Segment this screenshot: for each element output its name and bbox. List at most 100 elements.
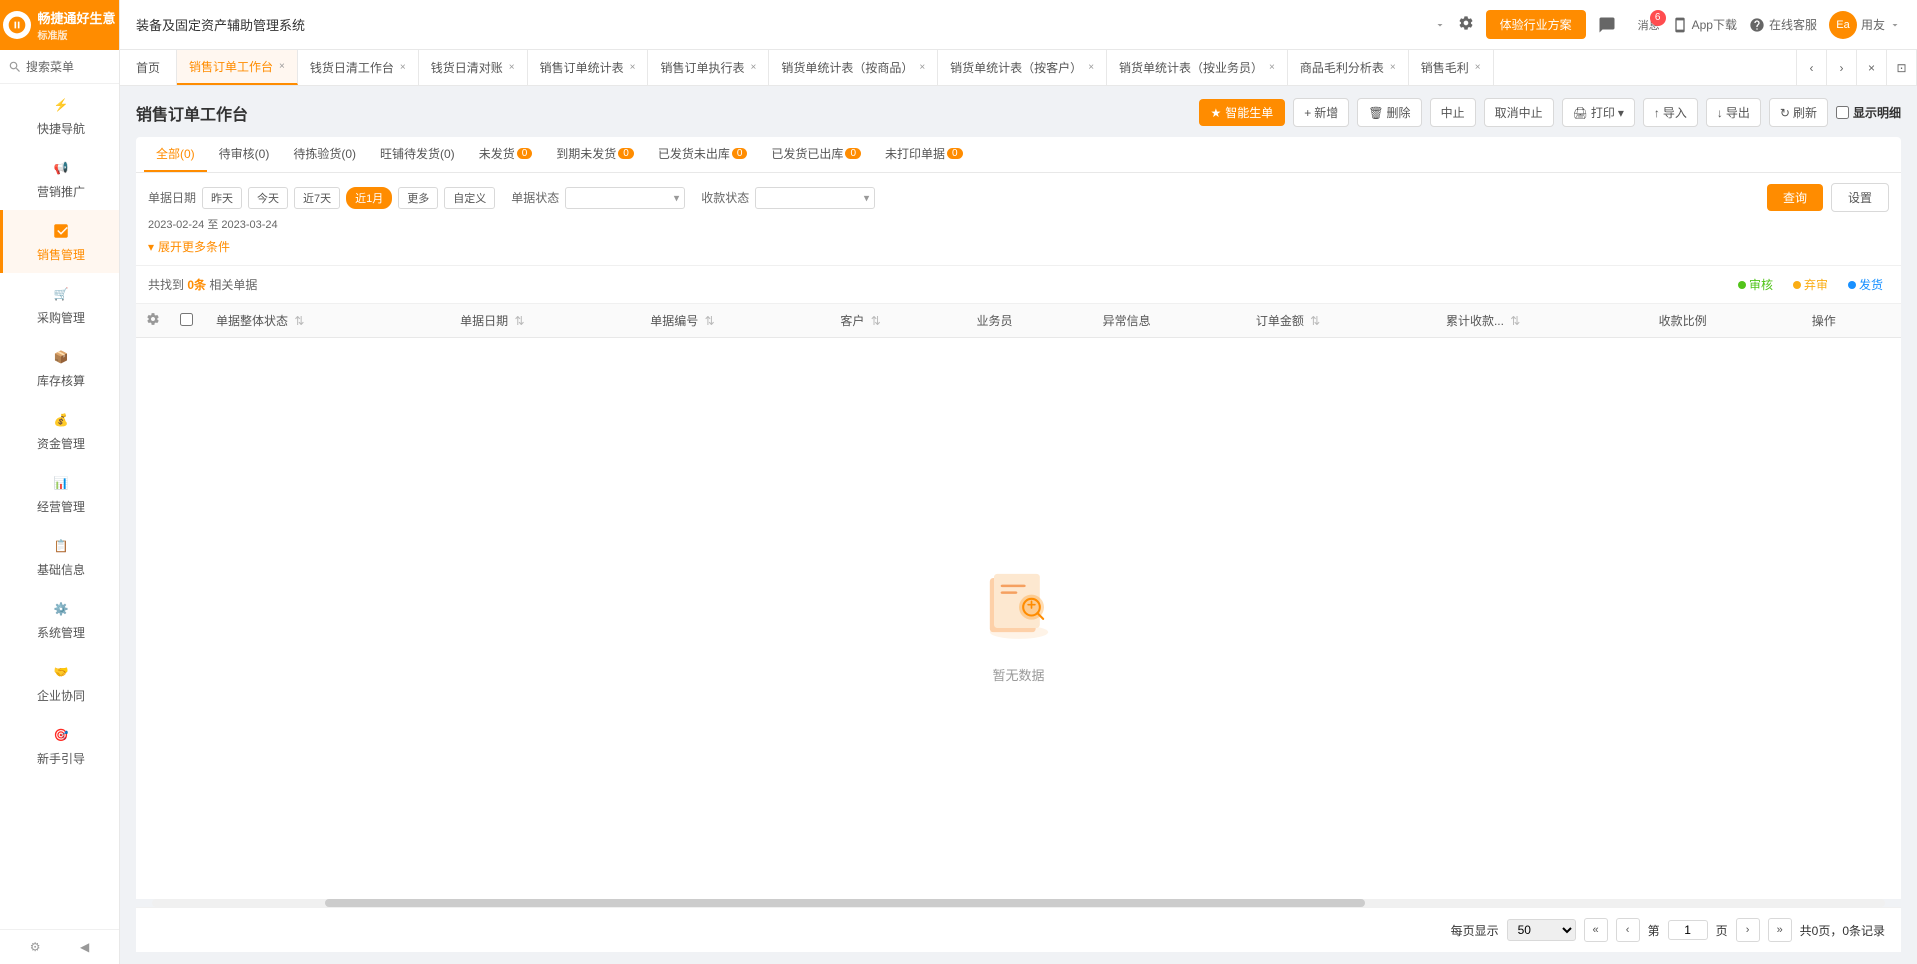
tab-scroll-left[interactable]: ‹	[1797, 50, 1827, 85]
sub-tab-unshipped[interactable]: 未发货 0	[467, 137, 545, 172]
message-icon-item[interactable]: 6 消息	[1598, 16, 1660, 34]
import-btn[interactable]: ↑ 导入	[1643, 98, 1698, 127]
tab-daily-clear[interactable]: 钱货日清工作台 ×	[298, 50, 419, 85]
sub-tab-unprinted[interactable]: 未打印单据 0	[873, 137, 975, 172]
sidebar-nav-item-enterprise[interactable]: 🤝 企业协同	[0, 651, 119, 714]
sub-tab-overdue[interactable]: 到期未发货 0	[544, 137, 646, 172]
detail-checkbox-input[interactable]	[1836, 106, 1849, 119]
last-page-btn[interactable]: »	[1768, 918, 1792, 942]
tab-home[interactable]: 首页	[120, 50, 177, 85]
app-download-item[interactable]: App下载	[1672, 16, 1737, 33]
sidebar-nav-item-sales[interactable]: 销售管理	[0, 210, 119, 273]
sub-tab-shipped-out[interactable]: 已发货已出库 0	[759, 137, 873, 172]
stop-btn[interactable]: 中止	[1430, 98, 1476, 127]
date-btn-1month[interactable]: 近1月	[346, 187, 392, 209]
date-btn-custom[interactable]: 自定义	[444, 187, 495, 209]
add-btn[interactable]: + 新增	[1293, 98, 1349, 127]
audit-btn[interactable]: 审核	[1732, 274, 1779, 295]
tab-close-6[interactable]: ×	[919, 62, 925, 73]
date-btn-more[interactable]: 更多	[398, 187, 438, 209]
print-btn[interactable]: 🖨 打印 ▾	[1562, 98, 1635, 127]
info-icon: 📋	[50, 535, 72, 557]
tab-sales-staff[interactable]: 销货单统计表（按业务员） ×	[1107, 50, 1288, 85]
filter-date-range-row: 2023-02-24 至 2023-03-24	[148, 216, 1889, 232]
tab-close-2[interactable]: ×	[400, 62, 406, 73]
tab-order-stats[interactable]: 销售订单统计表 ×	[528, 50, 649, 85]
tab-sales-product[interactable]: 销货单统计表（按商品） ×	[769, 50, 938, 85]
sidebar-nav-item-finance[interactable]: 💰 资金管理	[0, 399, 119, 462]
sidebar-nav-item-newbie[interactable]: 🎯 新手引导	[0, 714, 119, 777]
show-detail-checkbox[interactable]: 显示明细	[1836, 104, 1901, 121]
tab-sales-workbench[interactable]: 销售订单工作台 ×	[177, 50, 298, 85]
tab-close-all[interactable]: ×	[1857, 50, 1887, 85]
first-page-btn[interactable]: «	[1584, 918, 1608, 942]
status-select[interactable]	[565, 187, 685, 209]
settings-bottom-icon[interactable]: ⚙	[30, 940, 41, 954]
ship-btn[interactable]: 发货	[1842, 274, 1889, 295]
th-cumulative[interactable]: 累计收款... ⇅	[1436, 304, 1649, 338]
date-btn-today[interactable]: 今天	[248, 187, 288, 209]
table-scroll[interactable]: 单据整体状态 ⇅ 单据日期 ⇅ 单据编号 ⇅ 客户 ⇅ 业务员 异常信息 订单金…	[136, 304, 1901, 338]
setting-btn[interactable]: 设置	[1831, 183, 1889, 212]
un-audit-btn[interactable]: 弃审	[1787, 274, 1834, 295]
date-btn-yesterday[interactable]: 昨天	[202, 187, 242, 209]
tab-reconcile[interactable]: 钱货日清对账 ×	[419, 50, 528, 85]
sidebar-search[interactable]: 搜索菜单	[0, 50, 119, 84]
select-all-checkbox[interactable]	[180, 313, 193, 326]
online-service-item[interactable]: 在线客服	[1749, 16, 1817, 33]
tab-close-3[interactable]: ×	[509, 62, 515, 73]
tab-scroll-right[interactable]: ›	[1827, 50, 1857, 85]
sidebar-nav-item-purchase[interactable]: 🛒 采购管理	[0, 273, 119, 336]
sidebar-nav-item-operation[interactable]: 📊 经营管理	[0, 462, 119, 525]
sub-tab-pending-inspect[interactable]: 待拣验货(0)	[281, 137, 368, 172]
refresh-btn[interactable]: ↻ 刷新	[1769, 98, 1828, 127]
sidebar-nav-item-quick-nav[interactable]: ⚡ 快捷导航	[0, 84, 119, 147]
sub-tab-wangpu[interactable]: 旺铺待发货(0)	[368, 137, 467, 172]
query-btn[interactable]: 查询	[1767, 184, 1823, 211]
th-date[interactable]: 单据日期 ⇅	[450, 304, 640, 338]
prev-page-btn[interactable]: ‹	[1616, 918, 1640, 942]
tab-expand-icon[interactable]: ⊡	[1887, 50, 1917, 85]
next-page-btn[interactable]: ›	[1736, 918, 1760, 942]
experience-btn[interactable]: 体验行业方案	[1486, 10, 1586, 39]
settings-gear-icon[interactable]	[1458, 15, 1474, 34]
export-btn[interactable]: ↓ 导出	[1706, 98, 1761, 127]
horizontal-scrollbar[interactable]	[152, 899, 1885, 907]
th-amount[interactable]: 订单金额 ⇅	[1246, 304, 1436, 338]
delete-btn[interactable]: 🗑 删除	[1357, 98, 1421, 127]
tab-close-5[interactable]: ×	[750, 62, 756, 73]
th-number[interactable]: 单据编号 ⇅	[640, 304, 830, 338]
expand-btn[interactable]: ▾ 展开更多条件	[148, 238, 230, 255]
sidebar-nav-item-inventory[interactable]: 📦 库存核算	[0, 336, 119, 399]
tab-gross-analysis[interactable]: 商品毛利分析表 ×	[1288, 50, 1409, 85]
page-size-select[interactable]: 50 100 200	[1507, 919, 1576, 941]
tab-label-2: 钱货日清工作台	[310, 59, 394, 76]
collapse-icon[interactable]: ◀	[80, 940, 89, 954]
tab-sales-customer[interactable]: 销货单统计表（按客户） ×	[938, 50, 1107, 85]
th-check[interactable]	[170, 304, 206, 338]
tab-order-exec[interactable]: 销售订单执行表 ×	[648, 50, 769, 85]
sub-tab-all[interactable]: 全部(0)	[144, 137, 207, 172]
sidebar-nav-item-system[interactable]: ⚙️ 系统管理	[0, 588, 119, 651]
th-customer[interactable]: 客户 ⇅	[830, 304, 966, 338]
payment-select[interactable]	[755, 187, 875, 209]
tab-close-9[interactable]: ×	[1390, 62, 1396, 73]
smart-create-btn[interactable]: ★ 智能生单	[1199, 99, 1286, 126]
sidebar-nav-item-baseinfo[interactable]: 📋 基础信息	[0, 525, 119, 588]
page-input[interactable]	[1668, 920, 1708, 940]
orders-table: 单据整体状态 ⇅ 单据日期 ⇅ 单据编号 ⇅ 客户 ⇅ 业务员 异常信息 订单金…	[136, 304, 1901, 338]
tab-sales-gross[interactable]: 销售毛利 ×	[1409, 50, 1494, 85]
tab-close-7[interactable]: ×	[1088, 62, 1094, 73]
sub-tab-shipped-not-out[interactable]: 已发货未出库 0	[646, 137, 760, 172]
tab-close-4[interactable]: ×	[630, 62, 636, 73]
tab-close-8[interactable]: ×	[1269, 62, 1275, 73]
sub-tab-pending-review[interactable]: 待审核(0)	[207, 137, 282, 172]
cancel-stop-btn[interactable]: 取消中止	[1484, 98, 1554, 127]
tab-close-10[interactable]: ×	[1475, 62, 1481, 73]
scrollbar-thumb[interactable]	[325, 899, 1365, 907]
date-btn-7days[interactable]: 近7天	[294, 187, 340, 209]
sidebar-nav-item-marketing[interactable]: 📢 营销推广	[0, 147, 119, 210]
tab-close-sales[interactable]: ×	[279, 61, 285, 72]
user-item[interactable]: Ea 用友	[1829, 11, 1901, 39]
system-dropdown[interactable]	[1434, 19, 1446, 31]
